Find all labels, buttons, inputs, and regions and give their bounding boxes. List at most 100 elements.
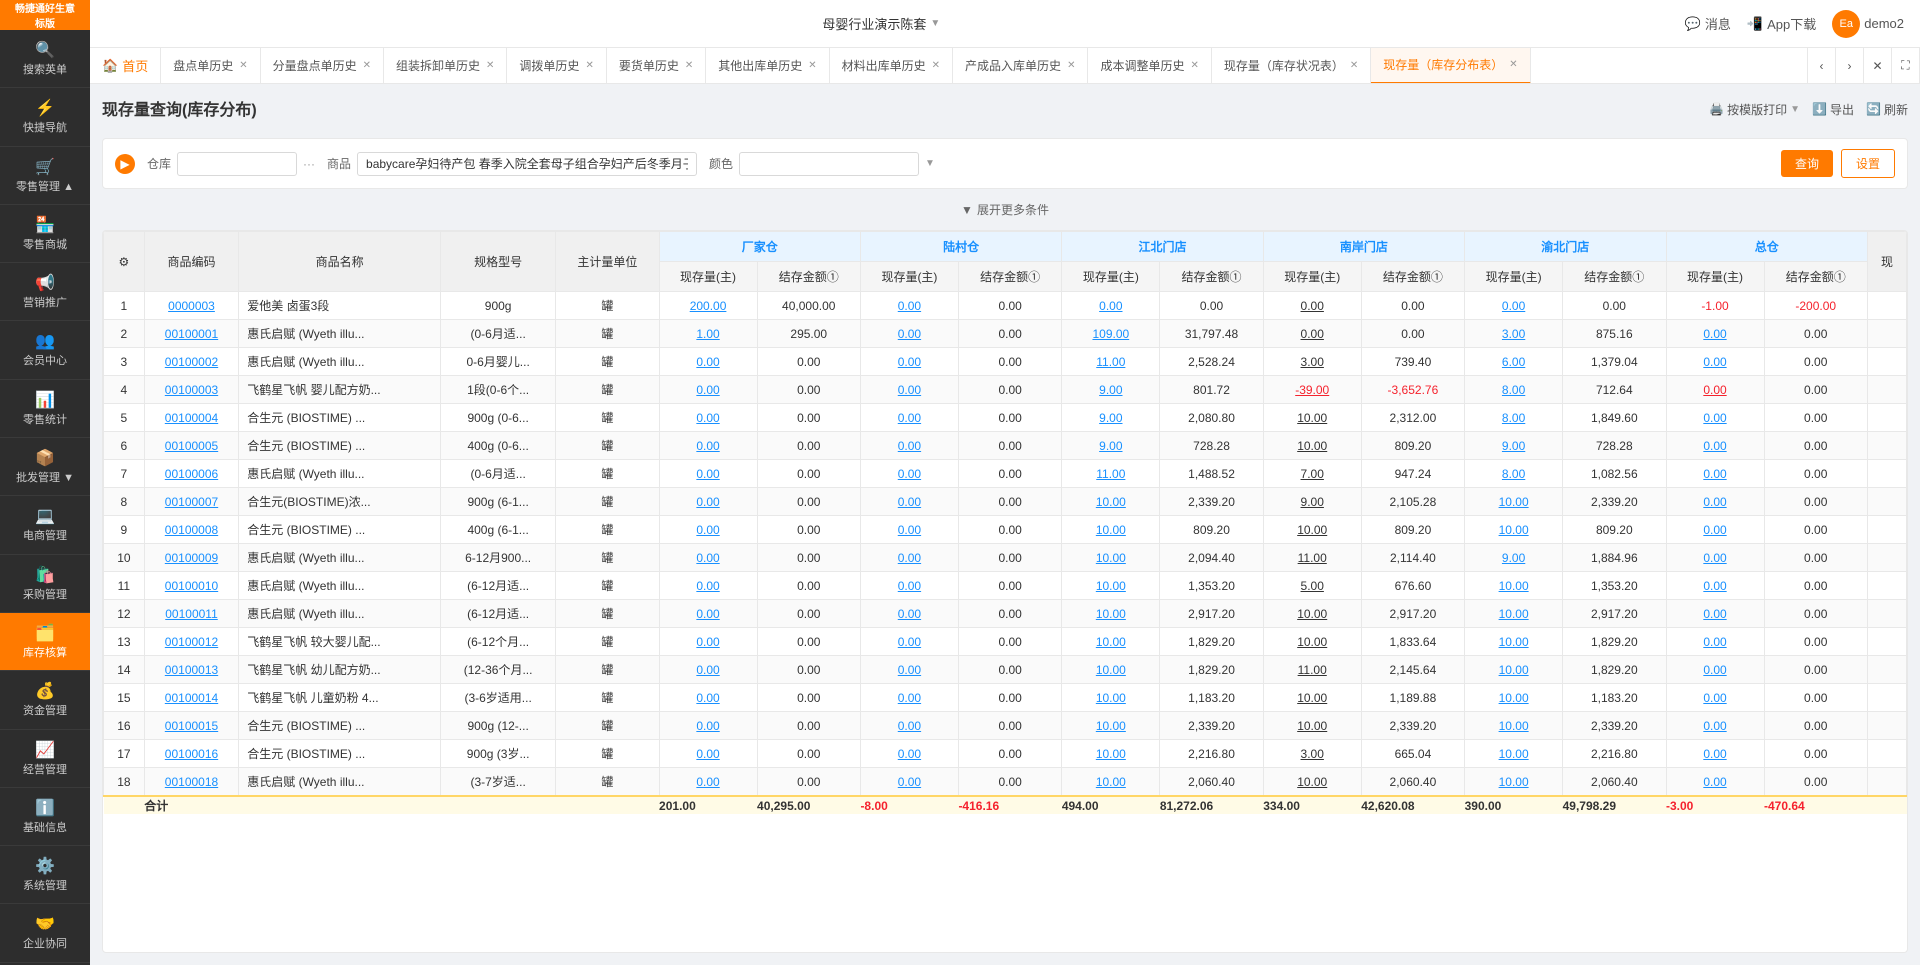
tab-other-out-close[interactable]: ✕ <box>808 60 816 71</box>
sidebar-item-ops[interactable]: 📈 经营管理 <box>0 730 90 788</box>
tab-prev-btn[interactable]: ‹ <box>1808 48 1836 84</box>
cell-lu-qty: 0.00 <box>860 768 958 797</box>
cell-na-amt: 2,312.00 <box>1361 404 1464 432</box>
warehouse-input[interactable] <box>177 152 297 176</box>
sidebar-item-stock[interactable]: 🗂️ 库存核算 <box>0 613 90 671</box>
app-download-btn[interactable]: 📲 App下载 <box>1747 14 1816 33</box>
search-expand-trigger[interactable]: ▶ <box>115 154 135 174</box>
cell-factory-amt: 0.00 <box>757 348 860 376</box>
tab-stock-dist[interactable]: 现存量（库存分布表） ✕ <box>1371 48 1530 84</box>
cell-na-qty: 10.00 <box>1263 628 1361 656</box>
cell-unit: 罐 <box>556 348 659 376</box>
sidebar-logo: 畅捷通好生意 标版 <box>0 0 90 30</box>
cell-factory-amt: 0.00 <box>757 684 860 712</box>
cell-current <box>1867 376 1906 404</box>
tab-fullscreen-btn[interactable]: ⛶ <box>1892 48 1920 84</box>
cell-code: 00100005 <box>144 432 239 460</box>
tab-material-out-close[interactable]: ✕ <box>932 60 940 71</box>
cell-jb-amt: 0.00 <box>1160 292 1263 320</box>
product-input[interactable] <box>357 152 697 176</box>
cell-code: 00100009 <box>144 544 239 572</box>
search-bar: ▶ 仓库 ··· 商品 颜色 ▼ 查询 设置 <box>102 138 1908 189</box>
tab-stock-dist-close[interactable]: ✕ <box>1509 59 1517 70</box>
tab-home[interactable]: 🏠 首页 <box>90 48 161 84</box>
tab-cost-adjust[interactable]: 成本调整单历史 ✕ <box>1088 48 1211 84</box>
message-btn[interactable]: 💬 消息 <box>1685 14 1731 33</box>
cell-spec: 400g (0-6... <box>441 432 556 460</box>
user-menu[interactable]: Ea demo2 <box>1832 10 1904 38</box>
tab-requisition[interactable]: 要货单历史 ✕ <box>607 48 706 84</box>
settings-button[interactable]: 设置 <box>1841 149 1895 178</box>
tab-next-btn[interactable]: › <box>1836 48 1864 84</box>
sidebar-item-enterprise[interactable]: 🤝 企业协同 <box>0 904 90 962</box>
cell-lu-amt: 0.00 <box>958 348 1061 376</box>
sidebar-item-system[interactable]: ⚙️ 系统管理 <box>0 846 90 904</box>
tab-requisition-close[interactable]: ✕ <box>685 60 693 71</box>
sidebar-item-retail-store[interactable]: 🏪 零售商城 <box>0 205 90 263</box>
sidebar-item-nav[interactable]: ⚡ 快捷导航 <box>0 88 90 146</box>
export-btn[interactable]: ⬇️ 导出 <box>1812 101 1854 118</box>
tab-inventory-single-close[interactable]: ✕ <box>239 60 247 71</box>
tab-inventory-split[interactable]: 分量盘点单历史 ✕ <box>261 48 384 84</box>
cell-total-amt: 0.00 <box>1764 684 1867 712</box>
cell-name: 飞鹤星飞帆 幼儿配方奶... <box>239 656 441 684</box>
tab-transfer[interactable]: 调拨单历史 ✕ <box>507 48 606 84</box>
warehouse-dots: ··· <box>303 157 315 171</box>
tab-product-in[interactable]: 产成品入库单历史 ✕ <box>953 48 1088 84</box>
footer-yb-qty: 390.00 <box>1465 796 1563 814</box>
expand-conditions-btn[interactable]: ▼ 展开更多条件 <box>953 197 1057 222</box>
tab-other-out[interactable]: 其他出库单历史 ✕ <box>706 48 829 84</box>
print-icon: 🖨️ <box>1709 102 1724 116</box>
tab-stock-status-close[interactable]: ✕ <box>1350 60 1358 71</box>
sidebar-item-member[interactable]: 👥 会员中心 <box>0 321 90 379</box>
tab-cost-adjust-close[interactable]: ✕ <box>1190 60 1198 71</box>
cell-current <box>1867 628 1906 656</box>
cell-unit: 罐 <box>556 376 659 404</box>
tab-inventory-split-close[interactable]: ✕ <box>363 60 371 71</box>
cell-name: 惠氏启赋 (Wyeth illu... <box>239 460 441 488</box>
sidebar-item-search[interactable]: 🔍 搜索英单 <box>0 30 90 88</box>
sidebar-item-marketing[interactable]: 📢 营销推广 <box>0 263 90 321</box>
print-btn[interactable]: 🖨️ 按模版打印 ▼ <box>1709 101 1800 118</box>
table-row: 7 00100006 惠氏启赋 (Wyeth illu... (0-6月适...… <box>104 460 1907 488</box>
cell-jb-amt: 2,216.80 <box>1160 740 1263 768</box>
color-input[interactable] <box>739 152 919 176</box>
sidebar-item-ecom[interactable]: 💻 电商管理 <box>0 496 90 554</box>
tab-combo-split[interactable]: 组装拆卸单历史 ✕ <box>384 48 507 84</box>
sidebar-item-finance[interactable]: 💰 资金管理 <box>0 671 90 729</box>
cell-lu-amt: 0.00 <box>958 628 1061 656</box>
cell-code: 00100013 <box>144 656 239 684</box>
tab-stock-status[interactable]: 现存量（库存状况表） ✕ <box>1212 48 1371 84</box>
cell-jb-qty: 10.00 <box>1062 628 1160 656</box>
retail-stat-icon: 📊 <box>35 390 55 410</box>
sidebar-item-retail-mgmt[interactable]: 🛒 零售管理 ▲ <box>0 147 90 205</box>
sidebar-ecom-label: 电商管理 <box>23 529 67 543</box>
tab-combo-split-close[interactable]: ✕ <box>486 60 494 71</box>
query-button[interactable]: 查询 <box>1781 150 1833 177</box>
th-yb-amt: 结存金额① <box>1563 262 1666 292</box>
cell-no: 16 <box>104 712 145 740</box>
refresh-btn[interactable]: 🔄 刷新 <box>1866 101 1908 118</box>
cell-na-qty: 10.00 <box>1263 432 1361 460</box>
tab-material-out[interactable]: 材料出库单历史 ✕ <box>830 48 953 84</box>
tab-transfer-close[interactable]: ✕ <box>585 60 593 71</box>
cell-code: 00100011 <box>144 600 239 628</box>
table-row: 13 00100012 飞鹤星飞帆 较大婴儿配... (6-12个月... 罐 … <box>104 628 1907 656</box>
th-gear[interactable]: ⚙ <box>104 232 145 292</box>
sidebar-item-wholesale[interactable]: 📦 批发管理 ▼ <box>0 438 90 496</box>
tab-close-all-btn[interactable]: ✕ <box>1864 48 1892 84</box>
sidebar-search-label: 搜索英单 <box>23 63 67 77</box>
cell-current <box>1867 600 1906 628</box>
cell-jb-amt: 1,488.52 <box>1160 460 1263 488</box>
cell-na-qty: 10.00 <box>1263 712 1361 740</box>
sidebar-item-retail-stat[interactable]: 📊 零售统计 <box>0 380 90 438</box>
sidebar-item-purchase[interactable]: 🛍️ 采购管理 <box>0 555 90 613</box>
industry-selector[interactable]: 母婴行业演示陈套 ▼ <box>822 14 940 33</box>
cell-current <box>1867 544 1906 572</box>
system-icon: ⚙️ <box>35 856 55 876</box>
tab-product-in-close[interactable]: ✕ <box>1067 60 1075 71</box>
sidebar-item-basic[interactable]: ℹ️ 基础信息 <box>0 788 90 846</box>
sidebar-system-label: 系统管理 <box>23 879 67 893</box>
cell-code: 00100007 <box>144 488 239 516</box>
tab-inventory-single[interactable]: 盘点单历史 ✕ <box>161 48 260 84</box>
